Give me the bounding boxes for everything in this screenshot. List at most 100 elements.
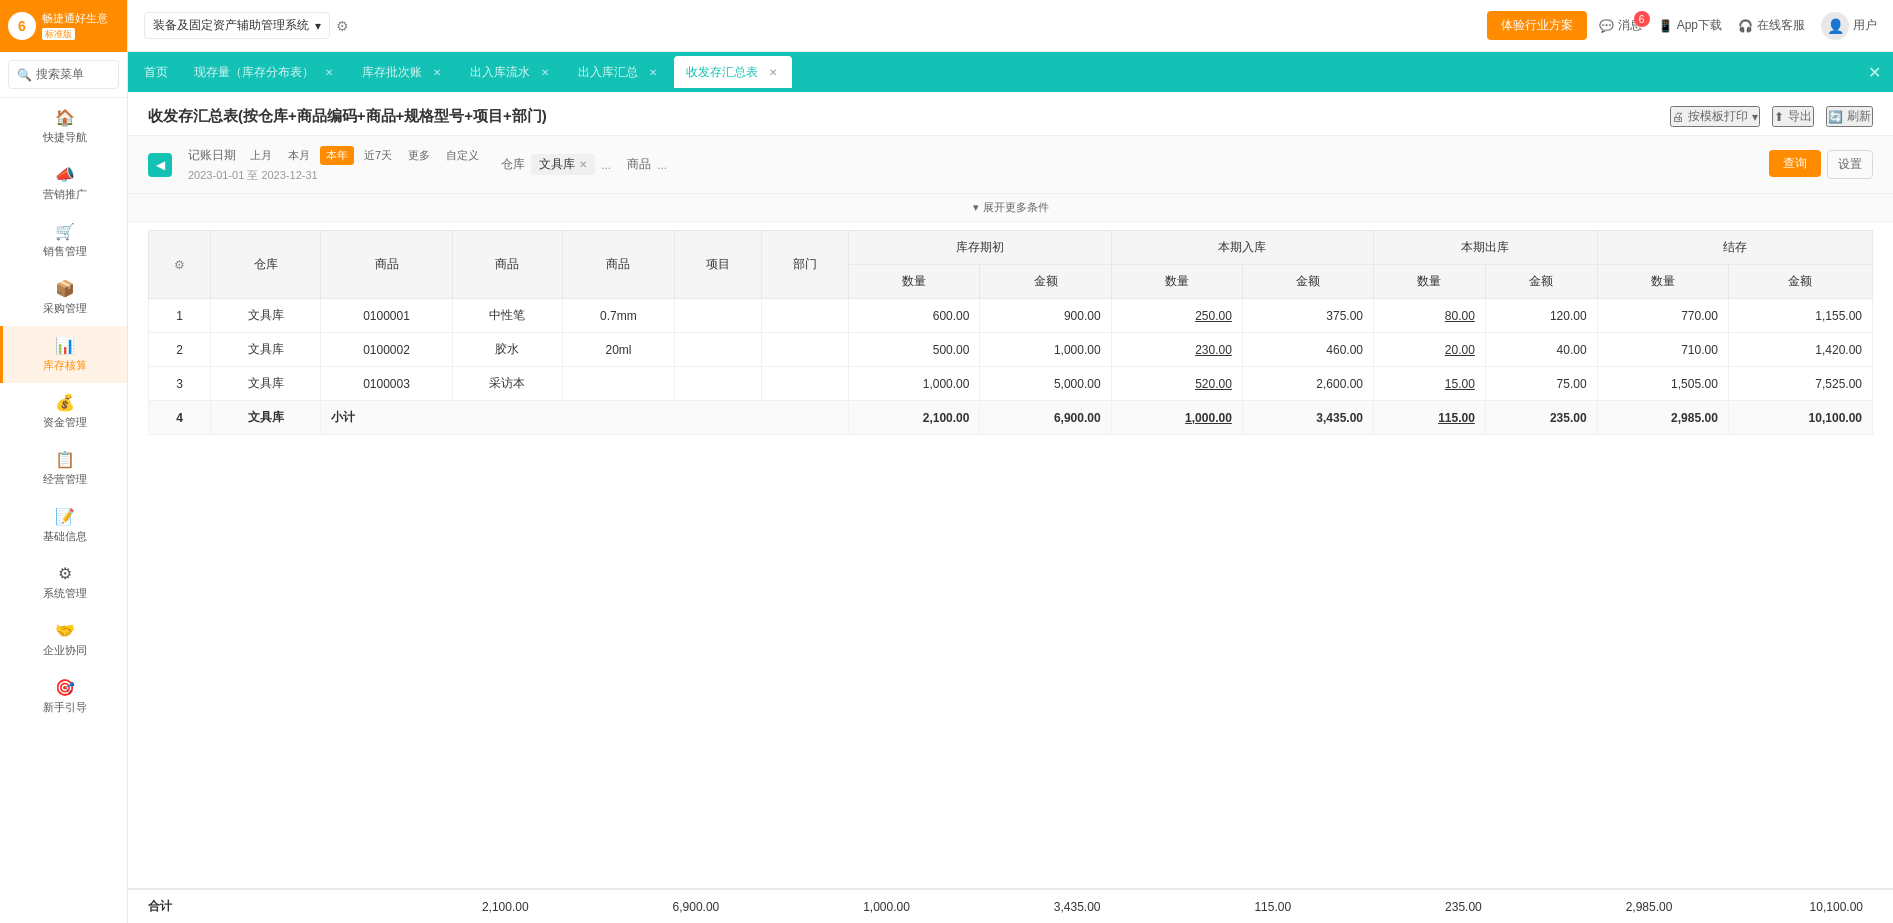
headset-icon: 🎧 [1738,19,1753,33]
sidebar-item-finance[interactable]: 💰 资金管理 [0,383,127,440]
avatar: 👤 [1821,12,1849,40]
query-button[interactable]: 查询 [1769,150,1821,177]
sidebar-item-label: 企业协同 [43,643,87,658]
export-button[interactable]: ⬆ 导出 [1772,106,1814,127]
trial-button[interactable]: 体验行业方案 [1487,11,1587,40]
sidebar-item-purchase[interactable]: 📦 采购管理 [0,269,127,326]
sidebar-item-label: 营销推广 [43,187,87,202]
tab-close-icon[interactable]: ✕ [538,65,552,79]
filter-collapse-button[interactable]: ◀ [148,153,172,177]
row-project [674,367,761,401]
settings-icon[interactable]: ⚙ [336,18,349,34]
row-warehouse: 文具库 [211,333,321,367]
date-shortcut-prev-month[interactable]: 上月 [244,146,278,165]
search-menu-button[interactable]: 🔍 搜索菜单 [8,60,119,89]
expand-filters-button[interactable]: ▾ 展开更多条件 [973,200,1049,215]
sidebar-item-sales[interactable]: 🛒 销售管理 [0,212,127,269]
online-service-button[interactable]: 🎧 在线客服 [1738,17,1805,34]
search-icon: 🔍 [17,68,32,82]
row-goods-name: 中性笔 [452,299,562,333]
subtotal-out-qty[interactable]: 115.00 [1374,401,1486,435]
table-container: ⚙ 仓库 商品 商品 商品 项目 部门 库存期初 本期入库 本期出库 结存 [128,222,1893,515]
col-goods-name-header: 商品 [452,231,562,299]
subtotal-in-qty[interactable]: 1,000.00 [1111,401,1242,435]
expand-filter-row: ▾ 展开更多条件 [128,194,1893,222]
subtotal-label: 小计 [321,401,849,435]
tab-close-icon[interactable]: ✕ [646,65,660,79]
row-out-qty[interactable]: 15.00 [1374,367,1486,401]
row-opening-amount: 1,000.00 [980,333,1111,367]
system-selector[interactable]: 装备及固定资产辅助管理系统 ▾ [144,12,330,39]
row-closing-amount: 7,525.00 [1728,367,1872,401]
tab-batch-ledger[interactable]: 库存批次账 ✕ [350,56,456,88]
row-in-qty[interactable]: 250.00 [1111,299,1242,333]
col-closing-qty-header: 数量 [1597,265,1728,299]
col-project-header: 项目 [674,231,761,299]
subtotal-out-amount: 235.00 [1485,401,1597,435]
sidebar-item-marketing[interactable]: 📣 营销推广 [0,155,127,212]
footer-closing-amount: 10,100.00 [1682,900,1873,914]
date-shortcut-custom[interactable]: 自定义 [440,146,485,165]
row-warehouse: 文具库 [211,299,321,333]
main-area: 装备及固定资产辅助管理系统 ▾ ⚙ 体验行业方案 💬 消息 6 📱 App下载 … [128,0,1893,923]
date-shortcut-this-year[interactable]: 本年 [320,146,354,165]
app-download-button[interactable]: 📱 App下载 [1658,17,1722,34]
user-menu[interactable]: 👤 用户 [1821,12,1877,40]
sidebar-item-label: 采购管理 [43,301,87,316]
sidebar: 6 畅捷通好生意 标准版 🔍 搜索菜单 🏠 快捷导航 📣 营销推广 🛒 [0,0,128,923]
goods-filter-label: 商品 [627,156,651,173]
col-warehouse-header: 仓库 [211,231,321,299]
tabs-close-all-icon[interactable]: ✕ [1860,63,1889,82]
subtotal-index: 4 [149,401,211,435]
date-filter: 记账日期 上月 本月 本年 近7天 更多 自定义 2023-01-01 至 20… [188,146,485,183]
row-opening-amount: 5,000.00 [980,367,1111,401]
row-in-amount: 460.00 [1242,333,1373,367]
tab-flow[interactable]: 出入库流水 ✕ [458,56,564,88]
sidebar-item-enterprise[interactable]: 🤝 企业协同 [0,611,127,668]
sidebar-item-inventory[interactable]: 📊 库存核算 [0,326,127,383]
sidebar-item-quick-nav[interactable]: 🏠 快捷导航 [0,98,127,155]
row-goods-code: 0100001 [321,299,452,333]
tab-close-icon[interactable]: ✕ [766,65,780,79]
row-out-qty[interactable]: 80.00 [1374,299,1486,333]
date-shortcut-this-month[interactable]: 本月 [282,146,316,165]
sidebar-search-area: 🔍 搜索菜单 [0,52,127,98]
col-department-header: 部门 [762,231,849,299]
row-in-qty[interactable]: 520.00 [1111,367,1242,401]
sidebar-item-system[interactable]: ⚙ 系统管理 [0,554,127,611]
messages-button[interactable]: 💬 消息 6 [1599,17,1642,34]
date-shortcut-more[interactable]: 更多 [402,146,436,165]
col-settings-header[interactable]: ⚙ [149,231,211,299]
sidebar-item-guide[interactable]: 🎯 新手引导 [0,668,127,725]
date-shortcut-7days[interactable]: 近7天 [358,146,398,165]
tab-inventory-dist[interactable]: 现存量（库存分布表） ✕ [182,56,348,88]
tab-summary[interactable]: 出入库汇总 ✕ [566,56,672,88]
tab-home[interactable]: 首页 [132,56,180,88]
sidebar-item-operations[interactable]: 📋 经营管理 [0,440,127,497]
sidebar-item-basic-info[interactable]: 📝 基础信息 [0,497,127,554]
row-in-qty[interactable]: 230.00 [1111,333,1242,367]
subtotal-opening-amount: 6,900.00 [980,401,1111,435]
row-opening-qty: 1,000.00 [849,367,980,401]
row-out-qty[interactable]: 20.00 [1374,333,1486,367]
goods-more-button[interactable]: ... [657,158,667,172]
date-filter-group: 记账日期 上月 本月 本年 近7天 更多 自定义 [188,146,485,165]
refresh-button[interactable]: 🔄 刷新 [1826,106,1873,127]
row-warehouse: 文具库 [211,367,321,401]
topbar-actions: 💬 消息 6 📱 App下载 🎧 在线客服 👤 用户 [1599,12,1877,40]
tab-close-icon[interactable]: ✕ [322,65,336,79]
print-button[interactable]: 🖨 按模板打印 ▾ [1670,106,1760,127]
row-goods-spec: 0.7mm [563,299,675,333]
col-in-qty-header: 数量 [1111,265,1242,299]
filter-settings-button[interactable]: 设置 [1827,150,1873,179]
chevron-down-icon: ▾ [315,19,321,33]
warehouse-more-button[interactable]: ... [601,158,611,172]
tab-close-icon[interactable]: ✕ [430,65,444,79]
warehouse-tag-close-icon[interactable]: ✕ [579,159,587,170]
footer-total-bar: 合计 2,100.00 6,900.00 1,000.00 3,435.00 1… [128,888,1893,923]
warehouse-tag: 文具库 ✕ [531,154,595,175]
row-goods-spec: 20ml [563,333,675,367]
tab-receive-summary[interactable]: 收发存汇总表 ✕ [674,56,792,88]
column-settings-icon[interactable]: ⚙ [174,258,185,272]
row-index: 2 [149,333,211,367]
